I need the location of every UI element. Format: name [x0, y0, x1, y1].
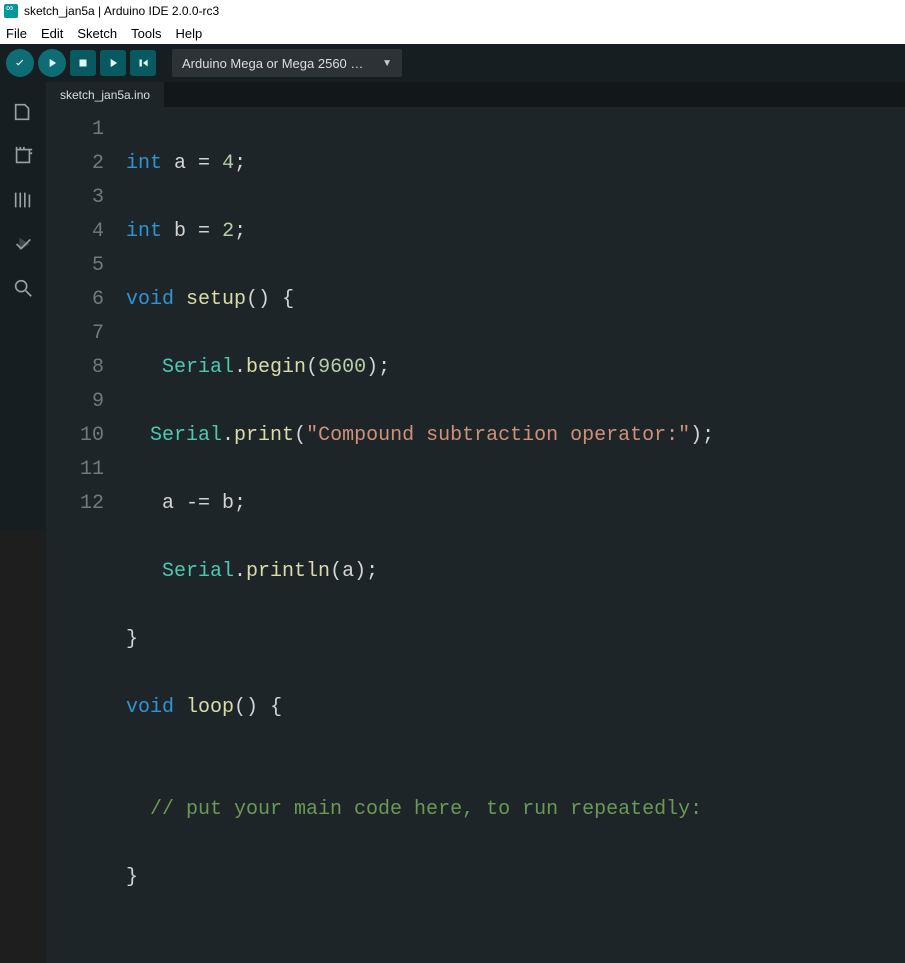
line-number: 1: [46, 113, 104, 147]
line-number: 12: [46, 487, 104, 521]
code-line: void loop() {: [126, 691, 905, 725]
code-editor[interactable]: 1 2 3 4 5 6 7 8 9 10 11 12 int a = 4; in…: [46, 107, 905, 963]
code-line: void setup() {: [126, 283, 905, 317]
chevron-down-icon: ▼: [382, 58, 392, 69]
code-line: int b = 2;: [126, 215, 905, 249]
line-number: 5: [46, 249, 104, 283]
debug-icon[interactable]: [0, 222, 46, 266]
line-number: 4: [46, 215, 104, 249]
main-area: sketch_jan5a.ino 1 2 3 4 5 6 7 8 9 10 11…: [0, 82, 905, 530]
menu-help[interactable]: Help: [175, 26, 202, 41]
window-title: sketch_jan5a | Arduino IDE 2.0.0-rc3: [24, 4, 219, 18]
upload-button[interactable]: [38, 49, 66, 77]
code-line: }: [126, 623, 905, 657]
menu-edit[interactable]: Edit: [41, 26, 63, 41]
code-line: // put your main code here, to run repea…: [126, 793, 905, 827]
code-line: Serial.begin(9600);: [126, 351, 905, 385]
code-line: Serial.print("Compound subtraction opera…: [126, 419, 905, 453]
activity-bar: [0, 82, 46, 530]
library-manager-icon[interactable]: [0, 178, 46, 222]
line-number: 2: [46, 147, 104, 181]
line-number: 10: [46, 419, 104, 453]
line-number-gutter: 1 2 3 4 5 6 7 8 9 10 11 12: [46, 113, 126, 963]
explorer-icon[interactable]: [0, 90, 46, 134]
code-content[interactable]: int a = 4; int b = 2; void setup() { Ser…: [126, 113, 905, 963]
code-line: }: [126, 861, 905, 895]
line-number: 11: [46, 453, 104, 487]
editor-area: sketch_jan5a.ino 1 2 3 4 5 6 7 8 9 10 11…: [46, 82, 905, 530]
menu-tools[interactable]: Tools: [131, 26, 161, 41]
code-line: a -= b;: [126, 487, 905, 521]
debug-step-button[interactable]: [130, 50, 156, 76]
menu-file[interactable]: File: [6, 26, 27, 41]
board-manager-icon[interactable]: [0, 134, 46, 178]
line-number: 3: [46, 181, 104, 215]
line-number: 7: [46, 317, 104, 351]
menu-sketch[interactable]: Sketch: [77, 26, 117, 41]
code-line: Serial.println(a);: [126, 555, 905, 589]
line-number: 9: [46, 385, 104, 419]
toolbar: Arduino Mega or Mega 2560 … ▼: [0, 44, 905, 82]
menu-bar: File Edit Sketch Tools Help: [0, 22, 905, 44]
app-icon: [4, 4, 18, 18]
verify-button[interactable]: [6, 49, 34, 77]
tab-active[interactable]: sketch_jan5a.ino: [46, 82, 164, 107]
editor-tabs: sketch_jan5a.ino: [46, 82, 905, 107]
line-number: 8: [46, 351, 104, 385]
debug-start-button[interactable]: [70, 50, 96, 76]
code-line: int a = 4;: [126, 147, 905, 181]
window-titlebar: sketch_jan5a | Arduino IDE 2.0.0-rc3: [0, 0, 905, 22]
search-icon[interactable]: [0, 266, 46, 310]
line-number: 6: [46, 283, 104, 317]
board-selected-label: Arduino Mega or Mega 2560 …: [182, 56, 363, 71]
debug-button[interactable]: [100, 50, 126, 76]
board-selector[interactable]: Arduino Mega or Mega 2560 … ▼: [172, 49, 402, 77]
